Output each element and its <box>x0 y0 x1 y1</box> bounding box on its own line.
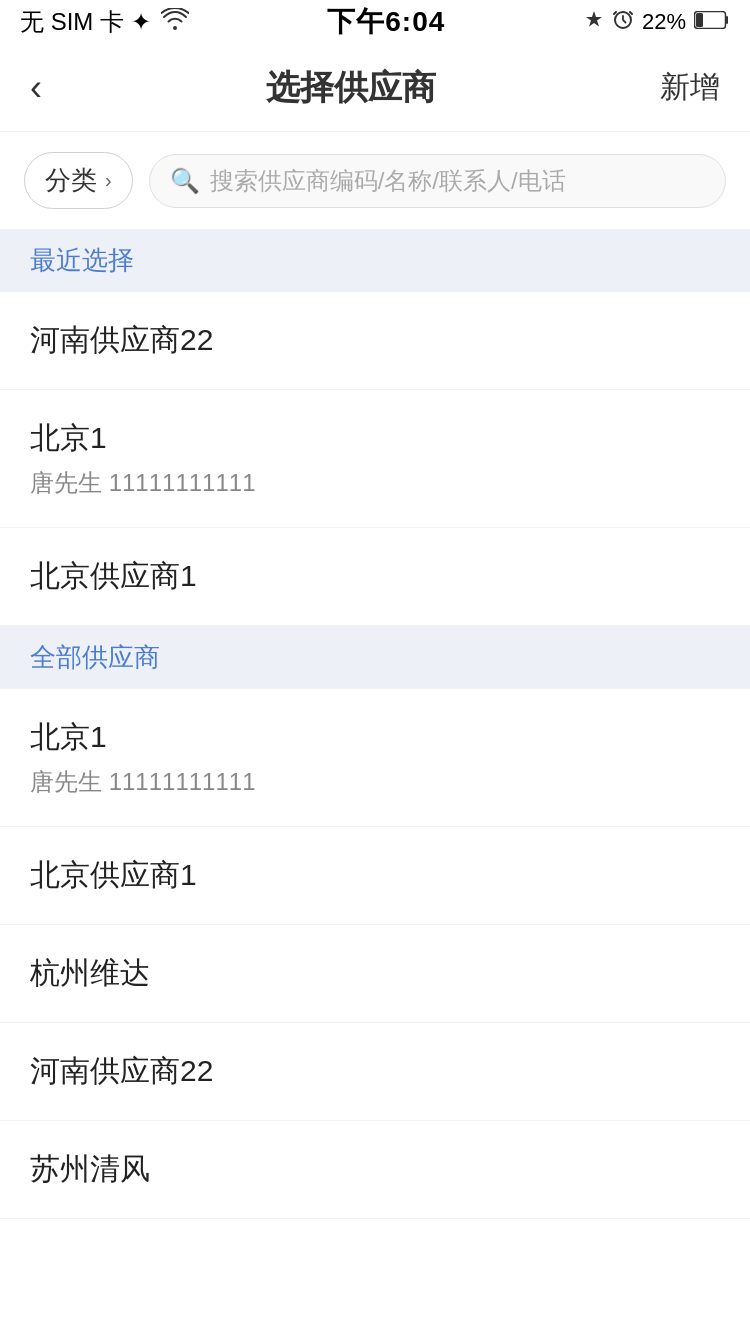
sim-label: 无 SIM 卡 ✦ <box>20 6 151 38</box>
recent-section-header: 最近选择 <box>0 229 750 292</box>
status-bar: 无 SIM 卡 ✦ 下午6:04 22% <box>0 0 750 44</box>
all-section-label: 全部供应商 <box>30 642 160 672</box>
wifi-icon <box>161 8 189 36</box>
list-item[interactable]: 苏州清风 <box>0 1121 750 1219</box>
list-item[interactable]: 杭州维达 <box>0 925 750 1023</box>
list-item[interactable]: 北京供应商1 <box>0 528 750 626</box>
list-item[interactable]: 河南供应商22 <box>0 1023 750 1121</box>
category-label: 分类 <box>45 163 97 198</box>
recent-items-list: 河南供应商22 北京1 唐先生 11111111111 北京供应商1 <box>0 292 750 626</box>
filter-bar: 分类 › 🔍 搜索供应商编码/名称/联系人/电话 <box>0 132 750 229</box>
status-time: 下午6:04 <box>327 3 445 41</box>
battery-icon <box>694 9 730 35</box>
add-button[interactable]: 新增 <box>660 67 720 108</box>
chevron-right-icon: › <box>105 169 112 192</box>
list-item[interactable]: 河南供应商22 <box>0 292 750 390</box>
item-name: 北京供应商1 <box>30 556 720 597</box>
item-name: 河南供应商22 <box>30 1051 720 1092</box>
item-name: 北京供应商1 <box>30 855 720 896</box>
battery-text: 22% <box>642 9 686 35</box>
recent-section-label: 最近选择 <box>30 245 134 275</box>
item-name: 北京1 <box>30 418 720 459</box>
search-box[interactable]: 🔍 搜索供应商编码/名称/联系人/电话 <box>149 154 726 208</box>
list-item[interactable]: 北京1 唐先生 11111111111 <box>0 689 750 827</box>
item-name: 苏州清风 <box>30 1149 720 1190</box>
item-name: 北京1 <box>30 717 720 758</box>
location-icon <box>584 9 604 35</box>
search-placeholder: 搜索供应商编码/名称/联系人/电话 <box>210 165 566 197</box>
list-item[interactable]: 北京供应商1 <box>0 827 750 925</box>
nav-bar: ‹ 选择供应商 新增 <box>0 44 750 132</box>
alarm-icon <box>612 8 634 36</box>
all-section-header: 全部供应商 <box>0 626 750 689</box>
item-name: 河南供应商22 <box>30 320 720 361</box>
search-icon: 🔍 <box>170 167 200 195</box>
back-button[interactable]: ‹ <box>30 67 42 109</box>
status-right: 22% <box>584 8 730 36</box>
item-contact: 唐先生 11111111111 <box>30 766 720 798</box>
category-button[interactable]: 分类 › <box>24 152 133 209</box>
item-contact: 唐先生 11111111111 <box>30 467 720 499</box>
status-left: 无 SIM 卡 ✦ <box>20 6 189 38</box>
all-items-list: 北京1 唐先生 11111111111 北京供应商1 杭州维达河南供应商22 苏州清风 <box>0 689 750 1219</box>
item-name: 杭州维达 <box>30 953 720 994</box>
svg-rect-2 <box>696 13 703 27</box>
page-title: 选择供应商 <box>266 65 436 111</box>
list-item[interactable]: 北京1 唐先生 11111111111 <box>0 390 750 528</box>
